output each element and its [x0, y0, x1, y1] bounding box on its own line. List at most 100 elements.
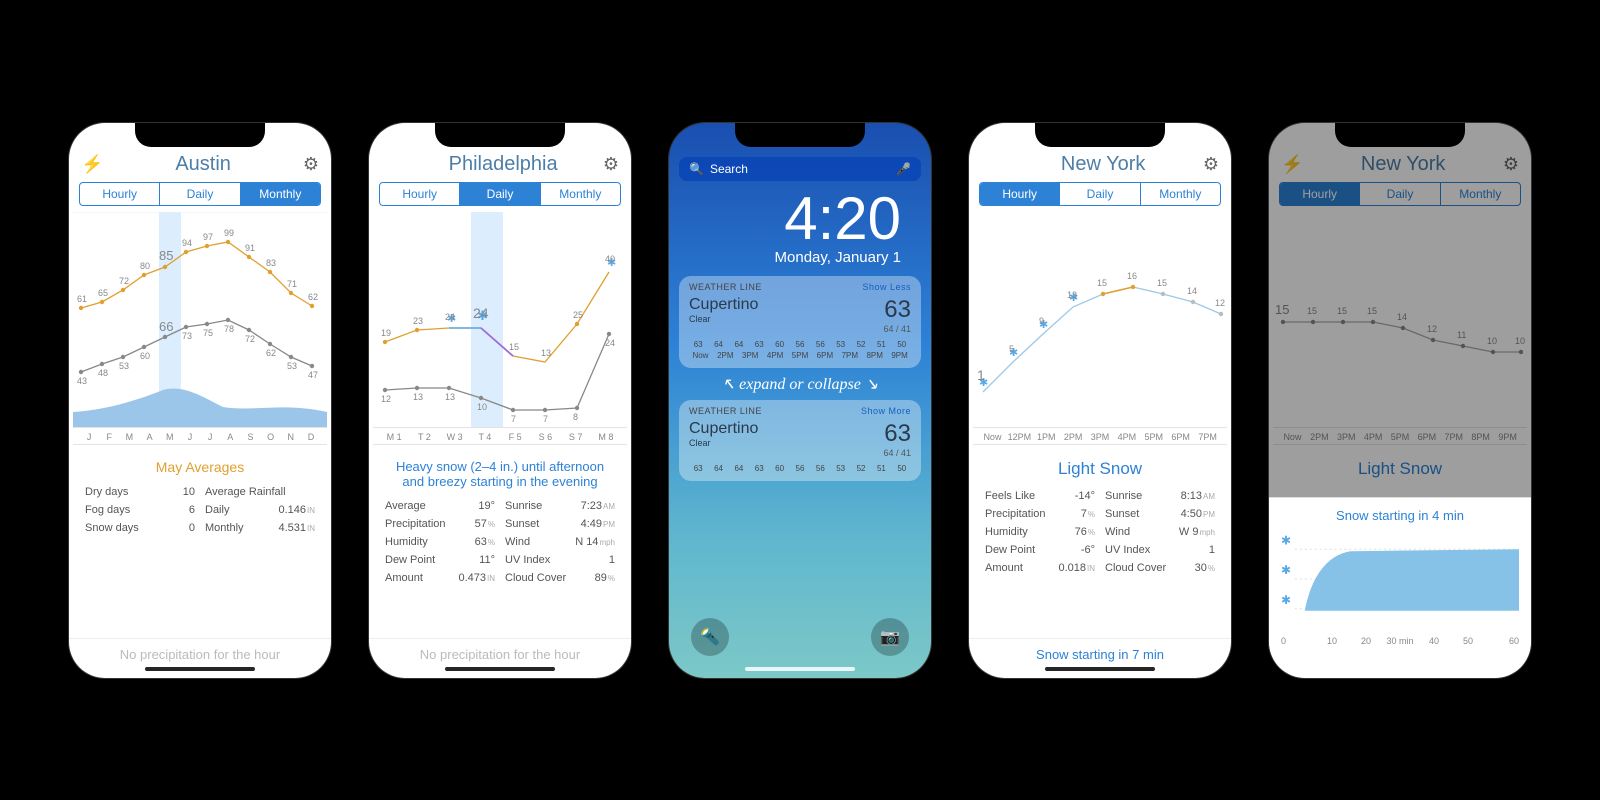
stat-value: 57% [475, 518, 495, 530]
gear-icon[interactable]: ⚙ [1503, 154, 1519, 175]
axis-tick: M [119, 432, 139, 442]
chart-hourly[interactable]: 15 1515151412111010 [1273, 212, 1527, 427]
tab-daily[interactable]: Daily [1060, 183, 1140, 205]
axis-tick: A [220, 432, 240, 442]
tab-hourly[interactable]: Hourly [980, 183, 1060, 205]
tab-monthly[interactable]: Monthly [1441, 183, 1520, 205]
snow-minute-card[interactable]: Snow starting in 4 min ✱✱✱ 0102030 min40… [1269, 497, 1531, 678]
mic-icon[interactable]: 🎤 [896, 162, 911, 176]
stat-value: 4:50PM [1181, 508, 1215, 520]
stat-row: Feels Like-14° [985, 487, 1095, 505]
tab-hourly[interactable]: Hourly [1280, 183, 1360, 205]
mini-hour: 6PM [813, 351, 836, 360]
mini-temp: 64 [730, 340, 748, 349]
stat-value: 4:49PM [581, 518, 615, 530]
chart-daily[interactable]: ✱✱✱ 1923 242440 15 1325 1213131077824 [373, 212, 627, 427]
home-indicator [145, 667, 255, 671]
chart-hourly[interactable]: ✱✱✱✱ 15913 1516 151412 [973, 212, 1227, 427]
svg-text:15: 15 [1097, 278, 1107, 288]
mini-temp: 63 [750, 340, 768, 349]
svg-text:91: 91 [245, 243, 255, 253]
mini-hour: 9PM [888, 351, 911, 360]
stat-key: Amount [985, 562, 1023, 574]
page-title: Philadelphia [403, 153, 602, 176]
stat-key: Average Rainfall [205, 486, 286, 498]
svg-text:15: 15 [509, 342, 519, 352]
stat-value: 1 [609, 554, 615, 566]
axis-tick: T 2 [409, 432, 439, 442]
svg-text:15: 15 [1367, 306, 1377, 316]
tab-monthly[interactable]: Monthly [241, 183, 320, 205]
search-icon: 🔍 [689, 162, 704, 176]
widget-temp: 63 [883, 296, 911, 324]
stat-row: Dew Point11° [385, 551, 495, 569]
footer-status[interactable]: Snow starting in 7 min [969, 638, 1231, 662]
stat-value: 0.146IN [278, 504, 315, 516]
phone-newyork-snow: ⚡ New York ⚙ Hourly Daily Monthly 15 151… [1269, 123, 1531, 678]
mini-temp: 63 [750, 464, 768, 473]
axis-tick: 5PM [1387, 432, 1414, 442]
axis-tick: F 5 [500, 432, 530, 442]
search-input[interactable]: 🔍 Search 🎤 [679, 157, 921, 181]
stat-value: 19° [478, 500, 495, 512]
stat-key: Dry days [85, 486, 128, 498]
chart-monthly[interactable]: 616572808594979991837162 434853606673757… [73, 212, 327, 427]
mini-hour: 4PM [764, 351, 787, 360]
gear-icon[interactable]: ⚙ [603, 154, 619, 175]
stat-key: Average [385, 500, 426, 512]
svg-text:16: 16 [1127, 271, 1137, 281]
bolt-icon[interactable]: ⚡ [81, 154, 103, 175]
stat-value: 0.473IN [458, 572, 495, 584]
weather-widget-collapsed[interactable]: WEATHER LINE Show More Cupertino Clear 6… [679, 400, 921, 481]
axis-tick: M [160, 432, 180, 442]
mini-temp: 63 [689, 464, 707, 473]
show-less-button[interactable]: Show Less [862, 282, 911, 292]
tab-hourly[interactable]: Hourly [80, 183, 160, 205]
tab-daily[interactable]: Daily [460, 183, 540, 205]
stat-value: 8:13AM [1181, 490, 1215, 502]
stat-value: 4.531IN [278, 522, 315, 534]
mini-hour: 8PM [863, 351, 886, 360]
stat-key: Daily [205, 504, 229, 516]
stat-value: 7% [1081, 508, 1095, 520]
stat-value: 1 [1209, 544, 1215, 556]
axis-tick: S 6 [530, 432, 560, 442]
mini-temp: 64 [730, 464, 748, 473]
svg-text:11: 11 [1457, 330, 1466, 340]
gear-icon[interactable]: ⚙ [1203, 154, 1219, 175]
mini-temp: 64 [709, 340, 727, 349]
gear-icon[interactable]: ⚙ [303, 154, 319, 175]
stat-row: Sunrise7:23AM [505, 497, 615, 515]
show-more-button[interactable]: Show More [861, 406, 911, 416]
svg-text:12: 12 [381, 394, 391, 404]
mini-hour: 5PM [789, 351, 812, 360]
tab-daily[interactable]: Daily [1360, 183, 1440, 205]
camera-button[interactable]: 📷 [871, 618, 909, 656]
flashlight-button[interactable]: 🔦 [691, 618, 729, 656]
mini-temp: 51 [872, 464, 890, 473]
axis-tick: 6PM [1413, 432, 1440, 442]
tab-monthly[interactable]: Monthly [1141, 183, 1220, 205]
minute-axis: 0102030 min405060 [1281, 636, 1519, 646]
tab-daily[interactable]: Daily [160, 183, 240, 205]
bolt-icon[interactable]: ⚡ [1281, 154, 1303, 175]
weather-widget-expanded[interactable]: WEATHER LINE Show Less Cupertino Clear 6… [679, 276, 921, 368]
tab-hourly[interactable]: Hourly [380, 183, 460, 205]
tab-monthly[interactable]: Monthly [541, 183, 620, 205]
svg-text:97: 97 [203, 232, 213, 242]
annotation-text: ↖ expand or collapse ↘ [669, 374, 931, 394]
summary-title: May Averages [69, 445, 331, 483]
widget-mini-chart: 6364646360565653525150 [689, 464, 911, 473]
svg-text:13: 13 [413, 392, 423, 402]
stat-row: Precipitation57% [385, 515, 495, 533]
stat-row: UV Index1 [1105, 541, 1215, 559]
axis-tick: 1PM [1033, 432, 1060, 442]
page-title: New York [1303, 153, 1502, 176]
widget-condition: Clear [689, 314, 758, 324]
axis-tick: 2PM [1060, 432, 1087, 442]
axis-tick: W 3 [440, 432, 470, 442]
stat-row: WindN 14mph [505, 533, 615, 551]
axis-tick: M 1 [379, 432, 409, 442]
axis-tick: 12PM [1006, 432, 1033, 442]
axis-tick: 3PM [1087, 432, 1114, 442]
